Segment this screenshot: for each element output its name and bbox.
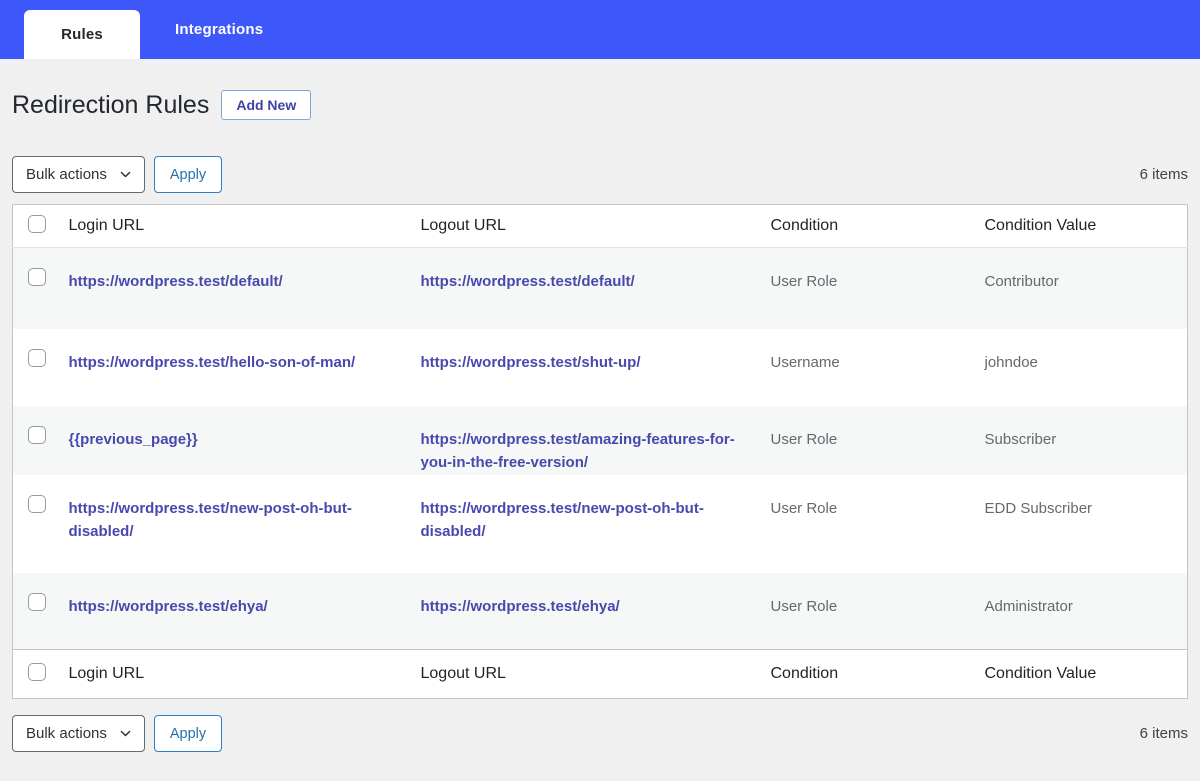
condition-value-text: Administrator [985, 598, 1073, 615]
row-checkbox[interactable] [28, 268, 46, 286]
bulk-actions-label: Bulk actions [26, 166, 107, 183]
col-header-login-url: Login URL [69, 205, 421, 248]
table-footer-row: Login URL Logout URL Condition Condition… [13, 650, 1188, 699]
table-header-row: Login URL Logout URL Condition Condition… [13, 205, 1188, 248]
logout-url-link[interactable]: https://wordpress.test/ehya/ [421, 598, 620, 615]
tab-bar: Rules Integrations [0, 0, 1200, 59]
condition-text: Username [771, 354, 840, 371]
bulk-actions-select-bottom[interactable]: Bulk actions [12, 715, 145, 752]
bulk-actions-select[interactable]: Bulk actions [12, 156, 145, 193]
row-checkbox[interactable] [28, 593, 46, 611]
condition-text: User Role [771, 500, 838, 517]
row-checkbox[interactable] [28, 495, 46, 513]
chevron-down-icon [119, 168, 132, 181]
table-row: https://wordpress.test/new-post-oh-but-d… [13, 475, 1188, 573]
condition-value-text: Subscriber [985, 431, 1057, 448]
login-url-link[interactable]: https://wordpress.test/new-post-oh-but-d… [69, 500, 352, 540]
heading-row: Redirection Rules Add New [12, 90, 1188, 120]
table-row: https://wordpress.test/default/ https://… [13, 248, 1188, 330]
condition-value-text: EDD Subscriber [985, 500, 1093, 517]
bulk-actions-label: Bulk actions [26, 725, 107, 742]
col-header-logout-url: Logout URL [421, 205, 771, 248]
toolbar-bottom: Bulk actions Apply 6 items [12, 715, 1188, 752]
table-header: Login URL Logout URL Condition Condition… [13, 205, 1188, 248]
add-new-button[interactable]: Add New [221, 90, 311, 120]
table-row: https://wordpress.test/hello-son-of-man/… [13, 329, 1188, 406]
page-title: Redirection Rules [12, 90, 209, 120]
col-header-condition: Condition [771, 205, 985, 248]
col-footer-condition-value: Condition Value [985, 650, 1188, 699]
apply-button-bottom[interactable]: Apply [154, 715, 222, 752]
table-footer: Login URL Logout URL Condition Condition… [13, 650, 1188, 699]
page-content: Redirection Rules Add New Bulk actions A… [0, 90, 1200, 752]
tab-rules-label: Rules [61, 26, 103, 43]
tab-rules[interactable]: Rules [24, 10, 140, 59]
logout-url-link[interactable]: https://wordpress.test/default/ [421, 273, 635, 290]
login-url-link[interactable]: https://wordpress.test/ehya/ [69, 598, 268, 615]
select-all-checkbox-bottom[interactable] [28, 663, 46, 681]
condition-text: User Role [771, 431, 838, 448]
select-all-checkbox[interactable] [28, 215, 46, 233]
table-row: {{previous_page}} https://wordpress.test… [13, 406, 1188, 475]
login-url-link[interactable]: {{previous_page}} [69, 431, 198, 448]
logout-url-link[interactable]: https://wordpress.test/new-post-oh-but-d… [421, 500, 704, 540]
logout-url-link[interactable]: https://wordpress.test/shut-up/ [421, 354, 641, 371]
condition-value-text: Contributor [985, 273, 1059, 290]
login-url-link[interactable]: https://wordpress.test/default/ [69, 273, 283, 290]
toolbar-top: Bulk actions Apply 6 items [12, 156, 1188, 193]
items-count: 6 items [1140, 166, 1188, 183]
col-footer-login-url: Login URL [69, 650, 421, 699]
rules-table: Login URL Logout URL Condition Condition… [12, 204, 1188, 699]
condition-text: User Role [771, 273, 838, 290]
row-checkbox[interactable] [28, 426, 46, 444]
tab-integrations[interactable]: Integrations [140, 0, 298, 59]
condition-text: User Role [771, 598, 838, 615]
col-footer-logout-url: Logout URL [421, 650, 771, 699]
table-body: https://wordpress.test/default/ https://… [13, 248, 1188, 650]
apply-button[interactable]: Apply [154, 156, 222, 193]
condition-value-text: johndoe [985, 354, 1038, 371]
logout-url-link[interactable]: https://wordpress.test/amazing-features-… [421, 431, 735, 471]
row-checkbox[interactable] [28, 349, 46, 367]
table-row: https://wordpress.test/ehya/ https://wor… [13, 573, 1188, 650]
col-footer-condition: Condition [771, 650, 985, 699]
login-url-link[interactable]: https://wordpress.test/hello-son-of-man/ [69, 354, 356, 371]
chevron-down-icon [119, 727, 132, 740]
col-header-condition-value: Condition Value [985, 205, 1188, 248]
tab-integrations-label: Integrations [175, 21, 263, 38]
items-count-bottom: 6 items [1140, 725, 1188, 742]
